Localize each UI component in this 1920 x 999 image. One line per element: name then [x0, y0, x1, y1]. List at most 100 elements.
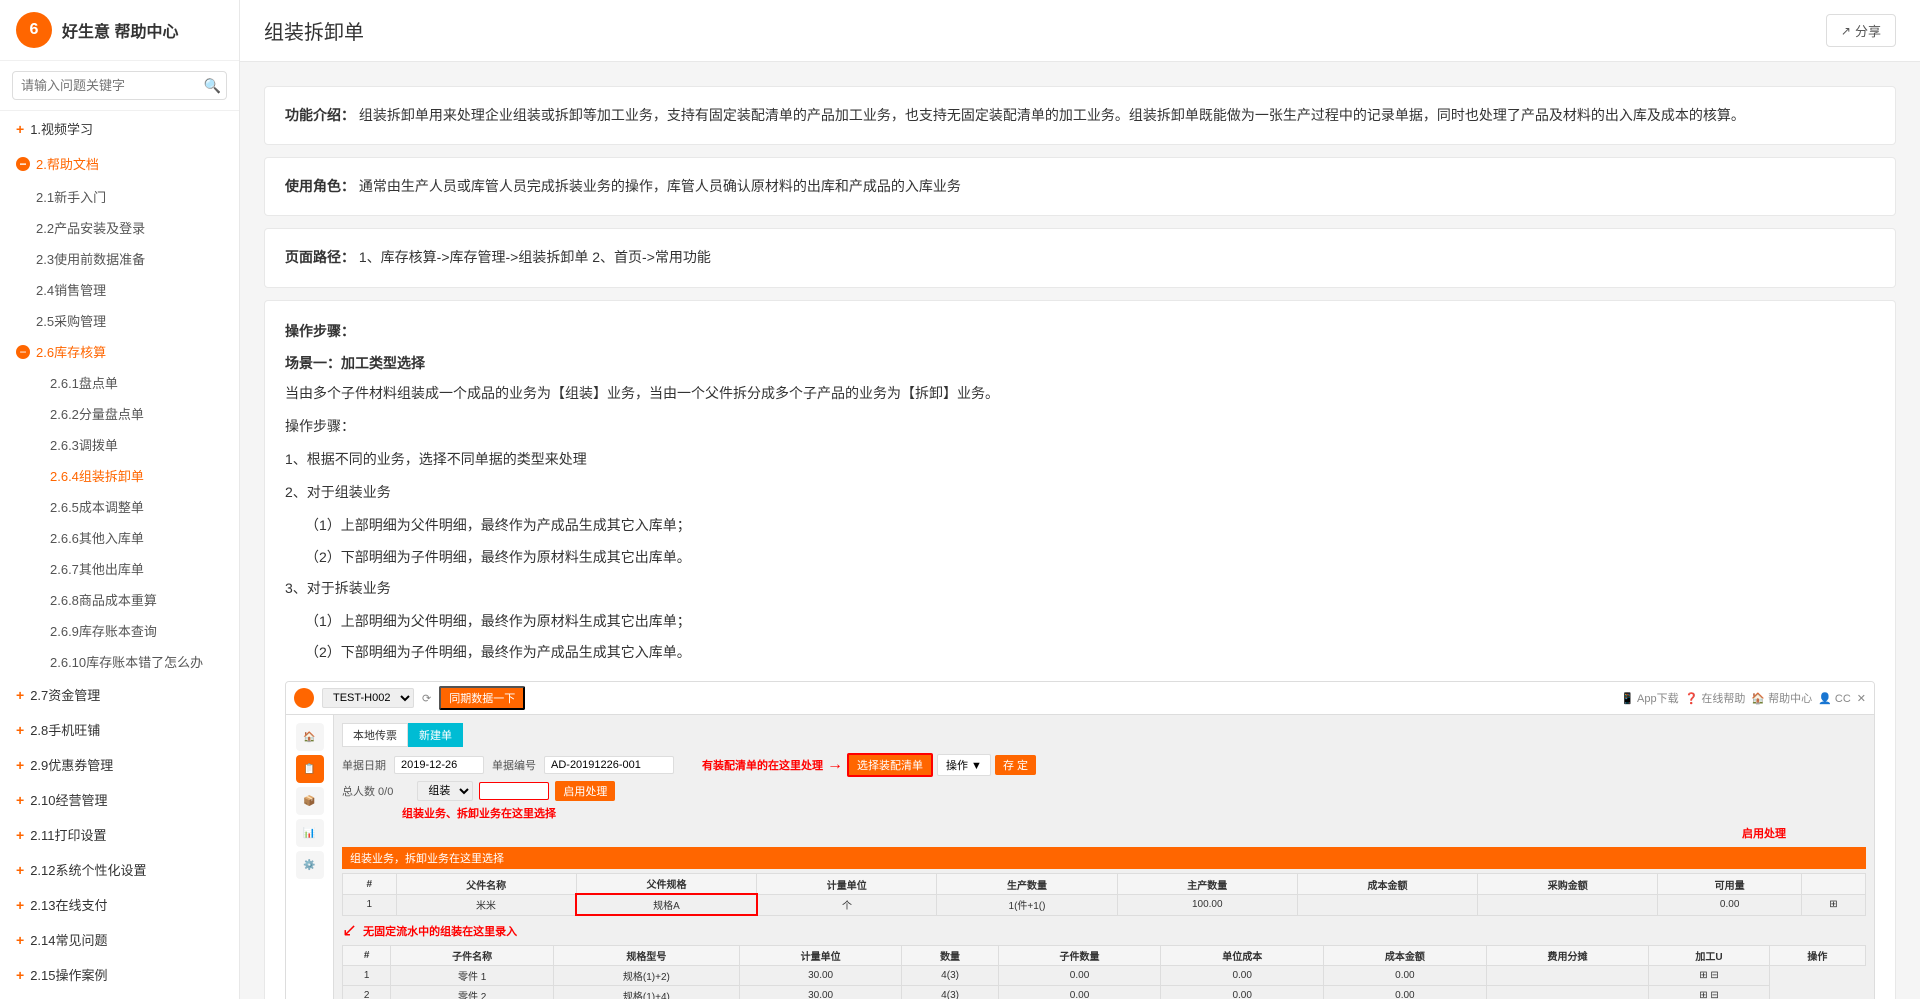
sidebar-item-custom[interactable]: + 2.12系统个性化设置: [0, 852, 239, 887]
step3: 3、对于拆装业务: [285, 576, 1875, 601]
sidebar-item-stock-error[interactable]: 2.6.10库存账本错了怎么办: [0, 646, 239, 677]
sidebar-item-cost-adjust[interactable]: 2.6.5成本调整单: [0, 491, 239, 522]
sidebar-item-prepare[interactable]: 2.3使用前数据准备: [0, 243, 239, 274]
step2: 2、对于组装业务: [285, 480, 1875, 505]
sidebar-item-operation[interactable]: + 2.10经营管理: [0, 782, 239, 817]
annotation1-arrow: →: [827, 756, 843, 774]
sidebar-item-cost-recalc[interactable]: 2.6.8商品成本重算: [0, 584, 239, 615]
mock-topbar: TEST-H002 ⟳ 同期数据一下 📱 App下载 ❓ 在线帮助 🏠 帮助中心…: [286, 682, 1874, 715]
mock-form-row2: 总人数 0/0 组装 拆卸 启用处理: [342, 781, 1866, 801]
steps-section: 操作步骤： 场景一：加工类型选择 当由多个子件材料组装成一个成品的业务为【组装】…: [264, 300, 1896, 999]
mock-topbar-icons: 📱 App下载 ❓ 在线帮助 🏠 帮助中心 👤 CC ✕: [1621, 690, 1866, 706]
mock-child-table-header: # 子件名称 规格型号 计量单位 数量 子件数量 单位成本 成本金额 费用分摊: [343, 946, 1866, 966]
step1: 1、根据不同的业务，选择不同单据的类型来处理: [285, 447, 1875, 472]
plus-icon: +: [16, 121, 24, 137]
sidebar-item-adjust[interactable]: 2.6.3调拨单: [0, 429, 239, 460]
mock-sync-btn[interactable]: 同期数据一下: [439, 686, 525, 710]
sidebar-item-purchase[interactable]: 2.5采购管理: [0, 305, 239, 336]
share-button[interactable]: ↗ 分享: [1826, 14, 1896, 47]
ops-sub-title: 操作步骤：: [285, 414, 1875, 439]
sidebar-item-docs[interactable]: − 2.帮助文档: [0, 146, 239, 181]
mock-nav-home[interactable]: 🏠: [296, 723, 324, 751]
sidebar-item-video[interactable]: + 1.视频学习: [0, 111, 239, 146]
mock-annotation1-text: 有装配清单的在这里处理: [702, 757, 823, 773]
main-area: 组装拆卸单 ↗ 分享 功能介绍： 组装拆卸单用来处理企业组装或拆卸等加工业务，支…: [240, 0, 1920, 999]
sidebar-item-split-stock[interactable]: 2.6.2分量盘点单: [0, 398, 239, 429]
mock-store-select[interactable]: TEST-H002: [322, 688, 414, 708]
sidebar-item-print[interactable]: + 2.11打印设置: [0, 817, 239, 852]
plus-icon-faq: +: [16, 932, 24, 948]
mock-action-btn[interactable]: 操作 ▼: [937, 754, 991, 776]
sidebar-item-coupon[interactable]: + 2.9优惠券管理: [0, 747, 239, 782]
main-content: 功能介绍： 组装拆卸单用来处理企业组装或拆卸等加工业务，支持有固定装配清单的产品…: [240, 62, 1920, 999]
mock-form-section: 单据日期 单据编号 有装配清单的在这里处理 → 选择装配清单 操作 ▼: [342, 753, 1866, 841]
path-text: 1、库存核算->库存管理->组装拆卸单 2、首页->常用功能: [359, 249, 711, 265]
red-arrow-down-icon: ↙: [342, 920, 357, 941]
search-button[interactable]: 🔍: [204, 77, 221, 94]
scene1-title: 场景一：加工类型选择: [285, 353, 1875, 373]
nav-section: + 1.视频学习 − 2.帮助文档 2.1新手入门 2.2产品安装及登录 2.3…: [0, 111, 239, 992]
sidebar-item-inventory[interactable]: − 2.6库存核算: [0, 336, 239, 367]
table-row: 1 米米 规格A 个 1(件+1() 100.00 0.00: [343, 894, 1866, 915]
sidebar-item-fund[interactable]: + 2.7资金管理: [0, 677, 239, 712]
mock-tab-local[interactable]: 本地传票: [342, 723, 408, 747]
sidebar-item-assemble[interactable]: 2.6.4组装拆卸单: [0, 460, 239, 491]
mock-assembly-list-btn[interactable]: 选择装配清单: [847, 753, 933, 777]
role-card: 使用角色： 通常由生产人员或库管人员完成拆装业务的操作，库管人员确认原材料的出库…: [264, 157, 1896, 216]
th-produce-qty: 生产数量: [937, 874, 1117, 895]
mock-no-input[interactable]: [544, 756, 674, 774]
mock-tab-new[interactable]: 新建单: [408, 723, 463, 747]
main-header: 组装拆卸单 ↗ 分享: [240, 0, 1920, 62]
th-spec: 父件规格: [576, 874, 756, 895]
mock-child-table: # 子件名称 规格型号 计量单位 数量 子件数量 单位成本 成本金额 费用分摊: [342, 945, 1866, 999]
mock-save-btn[interactable]: 存 定: [995, 755, 1036, 775]
mock-nav-setting[interactable]: ⚙️: [296, 851, 324, 879]
mock-no-label: 单据编号: [492, 757, 536, 773]
role-text: 通常由生产人员或库管人员完成拆装业务的操作，库管人员确认原材料的出库和产成品的入…: [359, 178, 961, 194]
sidebar-item-cases[interactable]: + 2.15操作案例: [0, 957, 239, 992]
mock-icon-user: 👤 CC: [1818, 692, 1851, 705]
plus-icon-operation: +: [16, 792, 24, 808]
mock-count-label: 总人数 0/0: [342, 783, 393, 799]
mock-annotation3-text: 启用处理: [342, 825, 1786, 841]
mock-nav-report[interactable]: 📊: [296, 819, 324, 847]
mock-tabs: 本地传票 新建单: [342, 723, 1866, 747]
mock-parent-table-header: # 父件名称 父件规格 计量单位 生产数量 主产数量 成本金额 采购金额 可用量: [343, 874, 1866, 895]
sidebar-item-sales[interactable]: 2.4销售管理: [0, 274, 239, 305]
th-action: [1801, 874, 1865, 895]
plus-icon-custom: +: [16, 862, 24, 878]
plus-icon-coupon: +: [16, 757, 24, 773]
sidebar-item-faq[interactable]: + 2.14常见问题: [0, 922, 239, 957]
mock-form-row1: 单据日期 单据编号 有装配清单的在这里处理 → 选择装配清单 操作 ▼: [342, 753, 1866, 777]
step2-2: （2）下部明细为子件明细，最终作为原材料生成其它出库单。: [305, 545, 1875, 570]
mock-enable-btn[interactable]: 启用处理: [555, 781, 615, 801]
role-label: 使用角色：: [285, 178, 355, 194]
sidebar-item-stock-query[interactable]: 2.6.9库存账本查询: [0, 615, 239, 646]
mock-item-input[interactable]: [479, 782, 549, 800]
mock-process-type-select[interactable]: 组装 拆卸: [417, 781, 473, 801]
search-input[interactable]: [12, 71, 227, 100]
sidebar-item-other-in[interactable]: 2.6.6其他入库单: [0, 522, 239, 553]
sidebar: 6 好生意 帮助中心 🔍 + 1.视频学习 − 2.帮助文档 2.1新手入门 2…: [0, 0, 240, 999]
sidebar-item-stocktake[interactable]: 2.6.1盘点单: [0, 367, 239, 398]
th-main-qty: 主产数量: [1117, 874, 1297, 895]
mock-nav-form[interactable]: 📋: [296, 755, 324, 783]
mock-nav-goods[interactable]: 📦: [296, 787, 324, 815]
sidebar-item-other-out[interactable]: 2.6.7其他出库单: [0, 553, 239, 584]
th-purchase-amt: 采购金额: [1478, 874, 1658, 895]
mock-date-input[interactable]: [394, 756, 484, 774]
page-title: 组装拆卸单: [264, 16, 364, 45]
path-card: 页面路径： 1、库存核算->库存管理->组装拆卸单 2、首页->常用功能: [264, 228, 1896, 287]
mock-sidebar: 🏠 📋 📦 📊 ⚙️: [286, 715, 334, 999]
sidebar-item-mobile[interactable]: + 2.8手机旺铺: [0, 712, 239, 747]
table-row: 2 零件 2 规格(1)+4) 30.00 4(3) 0.00 0.00 0.0…: [343, 986, 1866, 999]
mock-close-icon[interactable]: ✕: [1857, 692, 1866, 705]
sidebar-item-install[interactable]: 2.2产品安装及登录: [0, 212, 239, 243]
search-section: 🔍: [0, 61, 239, 111]
mock-section-header: 组装业务，拆卸业务在这里选择: [342, 847, 1866, 869]
plus-icon-fund: +: [16, 687, 24, 703]
sidebar-item-new-user[interactable]: 2.1新手入门: [0, 181, 239, 212]
sidebar-item-payment[interactable]: + 2.13在线支付: [0, 887, 239, 922]
feature-text: 组装拆卸单用来处理企业组装或拆卸等加工业务，支持有固定装配清单的产品加工业务，也…: [359, 107, 1745, 123]
ops-title: 操作步骤：: [285, 321, 1875, 341]
